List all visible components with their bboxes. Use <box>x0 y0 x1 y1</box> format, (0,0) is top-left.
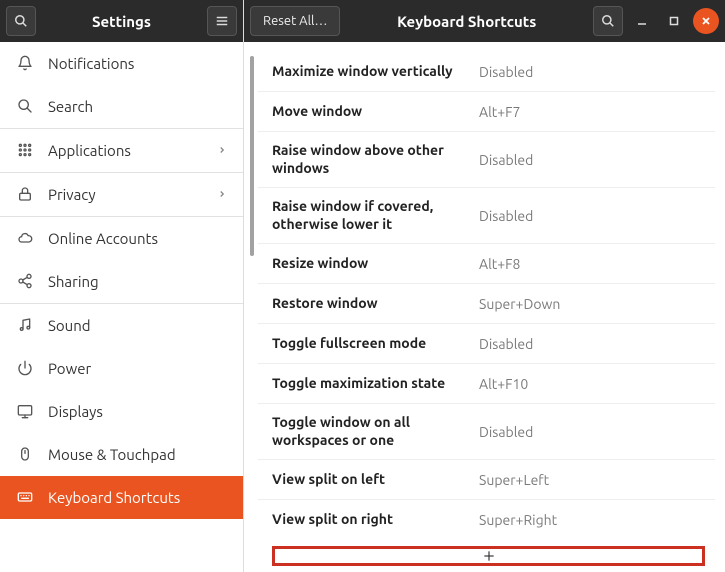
sidebar-item-label: Power <box>48 360 227 377</box>
sidebar-item-keyboard-shortcuts[interactable]: Keyboard Shortcuts <box>0 476 243 519</box>
bell-icon <box>16 54 34 72</box>
scrollbar[interactable] <box>250 56 254 554</box>
shortcut-label: Resize window <box>272 255 467 273</box>
hamburger-button[interactable] <box>207 6 237 36</box>
sidebar-item-power[interactable]: Power <box>0 347 243 390</box>
share-icon <box>16 272 34 290</box>
panel-title: Keyboard Shortcuts <box>346 13 587 30</box>
shortcut-label: Toggle window on all workspaces or one <box>272 414 467 449</box>
sidebar-item-search[interactable]: Search <box>0 85 243 128</box>
shortcut-label: Toggle fullscreen mode <box>272 335 467 353</box>
sidebar-search-button[interactable] <box>6 6 36 36</box>
sidebar-list: Notifications Search Applications Privacy On… <box>0 42 243 572</box>
content-pane: Reset All… Keyboard Shortcuts Maximize w… <box>244 0 725 572</box>
sidebar-item-notifications[interactable]: Notifications <box>0 42 243 85</box>
panel-search-button[interactable] <box>593 6 623 36</box>
sidebar-item-label: Sharing <box>48 273 227 290</box>
shortcut-value: Alt+F7 <box>479 104 703 120</box>
grid-icon <box>16 141 34 159</box>
settings-window: Settings Notifications Search Applications… <box>0 0 725 572</box>
shortcut-label: Move window <box>272 103 467 121</box>
shortcut-label: Restore window <box>272 295 467 313</box>
chevron-right-icon <box>217 189 227 199</box>
shortcut-label: Maximize window vertically <box>272 63 467 81</box>
shortcut-row[interactable]: Toggle window on all workspaces or one Di… <box>258 404 715 460</box>
shortcut-list: Maximize window vertically Disabled Move w… <box>258 52 715 554</box>
sidebar-item-label: Online Accounts <box>48 230 227 247</box>
shortcut-value: Super+Right <box>479 512 703 528</box>
sidebar-item-mouse-touchpad[interactable]: Mouse & Touchpad <box>0 433 243 476</box>
shortcut-label: Toggle maximization state <box>272 375 467 393</box>
sidebar-item-privacy[interactable]: Privacy <box>0 173 243 216</box>
shortcut-row[interactable]: Raise window above other windows Disabled <box>258 132 715 188</box>
content-header: Reset All… Keyboard Shortcuts <box>244 0 725 42</box>
shortcut-value: Super+Down <box>479 296 703 312</box>
shortcut-value: Disabled <box>479 152 703 168</box>
shortcut-row[interactable]: Restore window Super+Down <box>258 284 715 324</box>
shortcut-value: Alt+F10 <box>479 376 703 392</box>
window-maximize-button[interactable] <box>661 8 687 34</box>
shortcut-row[interactable]: Move window Alt+F7 <box>258 92 715 132</box>
sidebar-item-label: Applications <box>48 142 203 159</box>
sidebar-title: Settings <box>42 13 201 30</box>
shortcut-value: Disabled <box>479 336 703 352</box>
sidebar-item-sound[interactable]: Sound <box>0 304 243 347</box>
maximize-icon <box>669 16 679 26</box>
sidebar-item-label: Displays <box>48 403 227 420</box>
search-icon <box>16 97 34 115</box>
window-close-button[interactable] <box>693 8 719 34</box>
hamburger-icon <box>215 14 229 28</box>
content-body: Maximize window vertically Disabled Move w… <box>244 42 725 572</box>
power-icon <box>16 359 34 377</box>
sidebar-item-applications[interactable]: Applications <box>0 129 243 172</box>
sidebar-item-online-accounts[interactable]: Online Accounts <box>0 217 243 260</box>
shortcut-value: Disabled <box>479 208 703 224</box>
shortcut-row[interactable]: Resize window Alt+F8 <box>258 244 715 284</box>
chevron-right-icon <box>217 145 227 155</box>
minimize-icon <box>637 16 647 26</box>
close-icon <box>701 16 711 26</box>
sidebar-item-label: Search <box>48 98 227 115</box>
search-icon <box>601 14 615 28</box>
mouse-icon <box>16 445 34 463</box>
sidebar-item-displays[interactable]: Displays <box>0 390 243 433</box>
shortcut-row[interactable]: View split on left Super+Left <box>258 460 715 500</box>
shortcut-label: View split on left <box>272 471 467 489</box>
sidebar: Settings Notifications Search Applications… <box>0 0 244 572</box>
display-icon <box>16 402 34 420</box>
window-minimize-button[interactable] <box>629 8 655 34</box>
cloud-icon <box>16 229 34 247</box>
add-shortcut-button[interactable] <box>272 546 705 566</box>
sidebar-item-label: Keyboard Shortcuts <box>48 489 227 506</box>
shortcut-label: View split on right <box>272 511 467 529</box>
shortcut-label: Raise window above other windows <box>272 142 467 177</box>
shortcut-value: Super+Left <box>479 472 703 488</box>
sidebar-item-label: Sound <box>48 317 227 334</box>
reset-all-button[interactable]: Reset All… <box>250 6 340 36</box>
lock-icon <box>16 185 34 203</box>
sidebar-header: Settings <box>0 0 243 42</box>
sidebar-item-label: Notifications <box>48 55 227 72</box>
shortcut-row[interactable]: View split on right Super+Right <box>258 500 715 540</box>
shortcut-value: Disabled <box>479 64 703 80</box>
sidebar-item-label: Mouse & Touchpad <box>48 446 227 463</box>
scrollbar-thumb[interactable] <box>250 56 254 256</box>
music-icon <box>16 316 34 334</box>
shortcut-value: Alt+F8 <box>479 256 703 272</box>
shortcut-row[interactable]: Raise window if covered, otherwise lower… <box>258 188 715 244</box>
plus-icon <box>482 549 496 563</box>
shortcut-row[interactable]: Toggle maximization state Alt+F10 <box>258 364 715 404</box>
keyboard-icon <box>16 488 34 506</box>
shortcut-row[interactable]: Toggle fullscreen mode Disabled <box>258 324 715 364</box>
shortcut-label: Raise window if covered, otherwise lower… <box>272 198 467 233</box>
shortcut-value: Disabled <box>479 424 703 440</box>
search-icon <box>14 14 28 28</box>
sidebar-item-sharing[interactable]: Sharing <box>0 260 243 303</box>
sidebar-item-label: Privacy <box>48 186 203 203</box>
shortcut-row[interactable]: Maximize window vertically Disabled <box>258 52 715 92</box>
